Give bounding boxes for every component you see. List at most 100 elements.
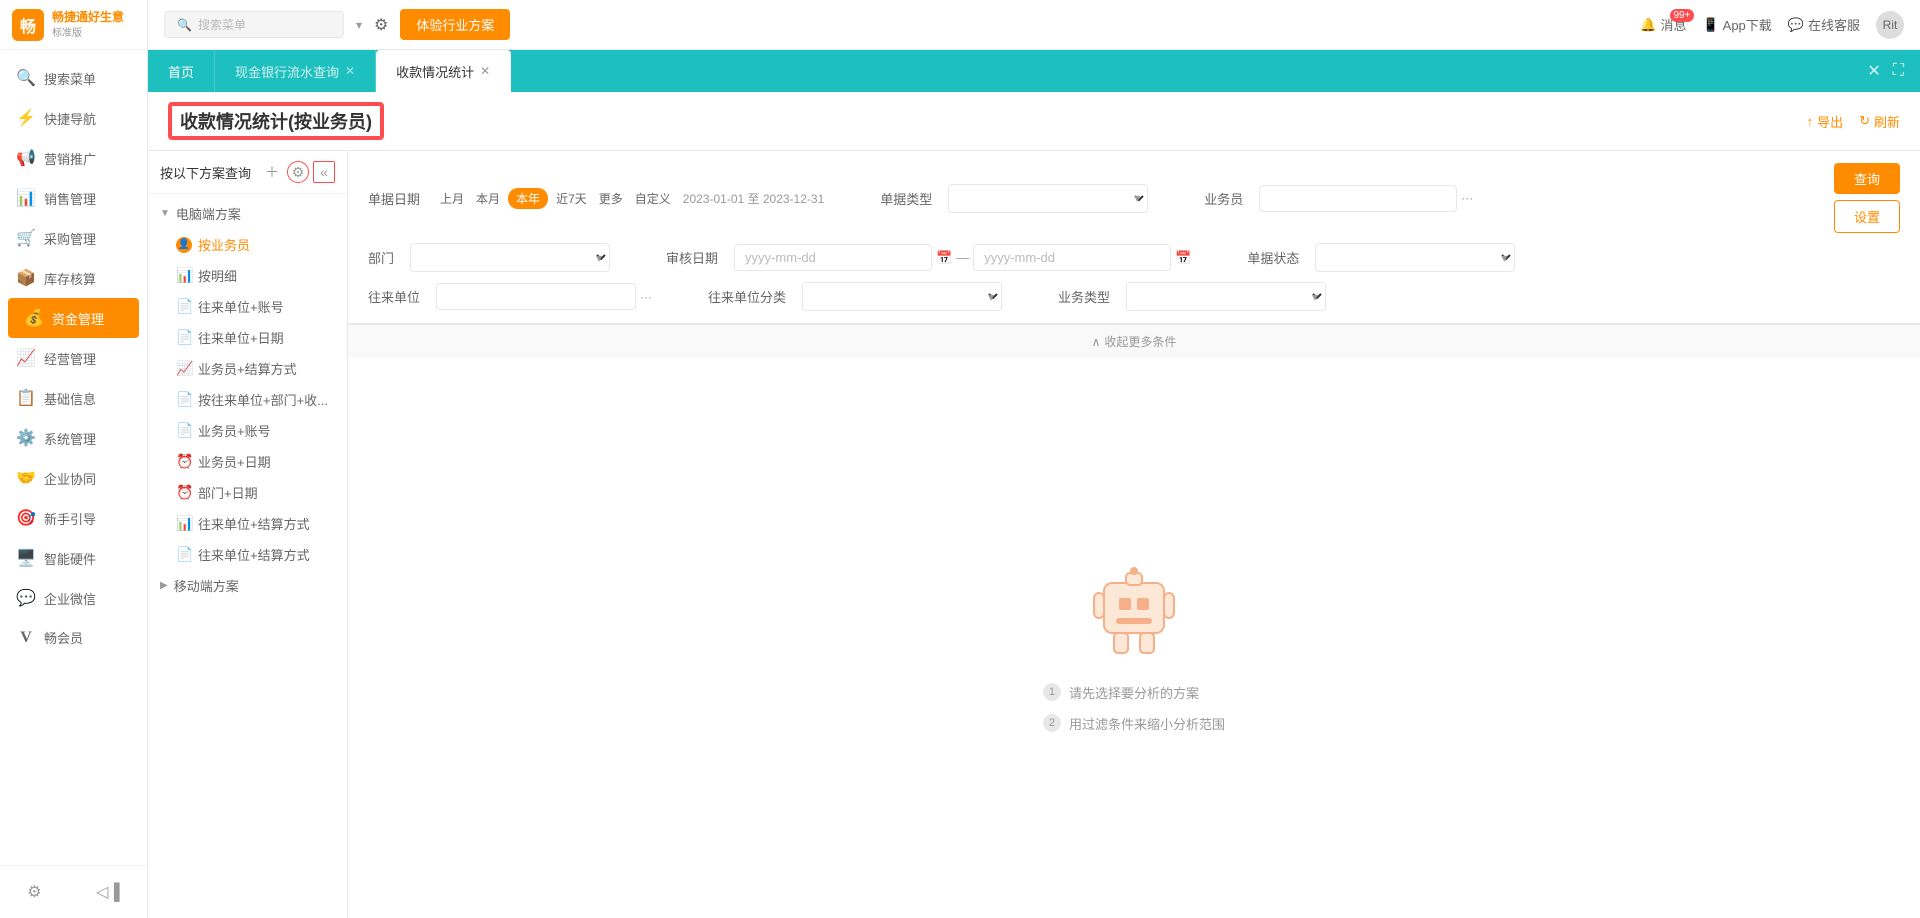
empty-tips: 1 请先选择要分析的方案 2 用过滤条件来缩小分析范围 bbox=[1043, 683, 1225, 733]
shortcut-this-month[interactable]: 本月 bbox=[472, 188, 504, 209]
empty-illustration bbox=[1074, 543, 1194, 663]
tree-item-by-salesperson[interactable]: 👤 按业务员 bbox=[148, 229, 347, 260]
logo-badge: 标准版 bbox=[52, 24, 124, 39]
dept-select[interactable] bbox=[410, 243, 610, 272]
partner-input[interactable] bbox=[436, 283, 636, 310]
tab-home[interactable]: 首页 bbox=[148, 50, 215, 92]
message-btn[interactable]: 🔔 消息 99+ bbox=[1640, 15, 1686, 34]
sidebar-item-guide[interactable]: 🎯 新手引导 bbox=[0, 498, 147, 538]
sidebar-item-vip[interactable]: V 畅会员 bbox=[0, 618, 147, 657]
collapse-footer-btn[interactable]: ◁▐ bbox=[88, 878, 128, 906]
tree-group-mobile-header[interactable]: ▶ 移动端方案 bbox=[148, 570, 347, 601]
sidebar-item-wechat[interactable]: 💬 企业微信 bbox=[0, 578, 147, 618]
tree-item-unit-date[interactable]: 📄 往来单位+日期 bbox=[148, 322, 347, 353]
sidebar-item-sales[interactable]: 📊 销售管理 bbox=[0, 178, 147, 218]
header-chevron-icon[interactable]: ▾ bbox=[356, 18, 362, 32]
page-header: 收款情况统计(按业务员) ↑ 导出 ↻ 刷新 bbox=[148, 92, 1920, 151]
doc-status-select[interactable] bbox=[1315, 243, 1515, 272]
sidebar-item-marketing[interactable]: 📢 营销推广 bbox=[0, 138, 147, 178]
marketing-icon: 📢 bbox=[16, 148, 36, 168]
corp-icon: 🤝 bbox=[16, 468, 36, 488]
settings-btn[interactable]: 设置 bbox=[1834, 200, 1900, 233]
date-range-value: 2023-01-01 至 2023-12-31 bbox=[683, 190, 824, 207]
tree-group-desktop-header[interactable]: ▼ 电脑端方案 bbox=[148, 198, 347, 229]
tab-bank-flow-close[interactable]: ✕ bbox=[345, 64, 355, 78]
sidebar-item-label: 经营管理 bbox=[44, 349, 96, 368]
panel-add-btn[interactable]: ＋ bbox=[261, 161, 283, 183]
export-btn[interactable]: ↑ 导出 bbox=[1807, 112, 1844, 131]
search-icon: 🔍 bbox=[16, 68, 36, 88]
doc-type-select[interactable] bbox=[948, 184, 1148, 213]
sidebar-footer: ⚙ ◁▐ bbox=[0, 865, 147, 918]
sidebar: 畅 畅捷通好生意 标准版 🔍 搜索菜单 ⚡ 快捷导航 📢 营销推广 📊 销售管理… bbox=[0, 0, 148, 918]
tree-item-unit-dept[interactable]: 📄 按往来单位+部门+收... bbox=[148, 384, 347, 415]
tree-item-sales-date[interactable]: ⏰ 业务员+日期 bbox=[148, 446, 347, 477]
date-shortcuts: 上月 本月 本年 近7天 更多 自定义 2023-01-01 至 2023-12… bbox=[436, 188, 824, 209]
sidebar-item-inventory[interactable]: 📦 库存核算 bbox=[0, 258, 147, 298]
tab-receipt-stats-close[interactable]: ✕ bbox=[480, 64, 490, 78]
sidebar-item-hardware[interactable]: 🖥️ 智能硬件 bbox=[0, 538, 147, 578]
collapse-bar[interactable]: ∧ 收起更多条件 bbox=[348, 324, 1920, 358]
app-download-btn[interactable]: 📱 App下载 bbox=[1702, 15, 1771, 34]
sidebar-item-label: 资金管理 bbox=[52, 309, 104, 328]
salesperson-more-btn[interactable]: ··· bbox=[1461, 191, 1473, 205]
tree-group-mobile[interactable]: ▶ 移动端方案 bbox=[148, 570, 347, 601]
tab-expand-btn[interactable]: ⛶ bbox=[1893, 62, 1904, 80]
search-icon-header: 🔍 bbox=[177, 18, 192, 32]
doc-type-select-wrapper bbox=[948, 184, 1148, 213]
sidebar-item-label: 库存核算 bbox=[44, 269, 96, 288]
header-search[interactable]: 🔍 搜索菜单 bbox=[164, 11, 344, 38]
online-service-btn[interactable]: 💬 在线客服 bbox=[1788, 15, 1860, 34]
sidebar-item-search[interactable]: 🔍 搜索菜单 bbox=[0, 58, 147, 98]
partner-category-select[interactable] bbox=[802, 282, 1002, 311]
tree-item-sales-payment[interactable]: 📈 业务员+结算方式 bbox=[148, 353, 347, 384]
header-gear-icon[interactable]: ⚙ bbox=[374, 15, 388, 35]
settings-footer-btn[interactable]: ⚙ bbox=[19, 878, 49, 906]
review-date-end[interactable] bbox=[973, 244, 1171, 271]
salesperson-input[interactable] bbox=[1259, 185, 1457, 212]
shortcut-custom[interactable]: 自定义 bbox=[631, 188, 675, 209]
sidebar-item-label: 企业协同 bbox=[44, 469, 96, 488]
sidebar-item-operation[interactable]: 📈 经营管理 bbox=[0, 338, 147, 378]
biz-type-select[interactable] bbox=[1126, 282, 1326, 311]
sidebar-item-corp[interactable]: 🤝 企业协同 bbox=[0, 458, 147, 498]
user-area[interactable]: Rit bbox=[1876, 11, 1904, 39]
sidebar-item-purchase[interactable]: 🛒 采购管理 bbox=[0, 218, 147, 258]
review-date-label: 审核日期 bbox=[666, 248, 718, 267]
calendar-icon-2[interactable]: 📅 bbox=[1175, 250, 1191, 266]
panel-header-actions: ＋ ⚙ « bbox=[261, 161, 335, 183]
query-btn[interactable]: 查询 bbox=[1834, 163, 1900, 194]
tab-bank-flow[interactable]: 现金银行流水查询 ✕ bbox=[215, 50, 376, 92]
wechat-icon: 💬 bbox=[16, 588, 36, 608]
panel-header-label: 按以下方案查询 bbox=[160, 163, 251, 182]
top-header: 🔍 搜索菜单 ▾ ⚙ 体验行业方案 🔔 消息 99+ 📱 App下载 💬 在线客… bbox=[148, 0, 1920, 50]
tab-close-all-btn[interactable]: ✕ bbox=[1867, 61, 1880, 81]
partner-category-select-wrapper bbox=[802, 282, 1002, 311]
panel-collapse-btn[interactable]: « bbox=[313, 161, 335, 183]
tree-group-desktop[interactable]: ▼ 电脑端方案 bbox=[148, 198, 347, 229]
tree-item-dept-date[interactable]: ⏰ 部门+日期 bbox=[148, 477, 347, 508]
sidebar-item-label: 采购管理 bbox=[44, 229, 96, 248]
tree-expand-icon: ▼ bbox=[160, 208, 170, 219]
shortcut-last7days[interactable]: 近7天 bbox=[552, 188, 591, 209]
tree-item-sales-account[interactable]: 📄 业务员+账号 bbox=[148, 415, 347, 446]
trial-btn[interactable]: 体验行业方案 bbox=[400, 9, 510, 40]
sidebar-item-finance[interactable]: 💰 资金管理 bbox=[8, 298, 139, 338]
sidebar-item-basic[interactable]: 📋 基础信息 bbox=[0, 378, 147, 418]
tab-receipt-stats[interactable]: 收款情况统计 ✕ bbox=[376, 50, 511, 92]
shortcut-prev-month[interactable]: 上月 bbox=[436, 188, 468, 209]
tree-item-by-detail[interactable]: 📊 按明细 bbox=[148, 260, 347, 291]
shortcut-more[interactable]: 更多 bbox=[595, 188, 627, 209]
sidebar-item-quick-nav[interactable]: ⚡ 快捷导航 bbox=[0, 98, 147, 138]
shortcut-this-year[interactable]: 本年 bbox=[508, 188, 548, 209]
tree-item-unit-payment1[interactable]: 📊 往来单位+结算方式 bbox=[148, 508, 347, 539]
sidebar-item-system[interactable]: ⚙️ 系统管理 bbox=[0, 418, 147, 458]
partner-more-btn[interactable]: ··· bbox=[640, 290, 652, 304]
review-date-start[interactable] bbox=[734, 244, 932, 271]
calendar-icon-1[interactable]: 📅 bbox=[936, 250, 952, 266]
refresh-btn[interactable]: ↻ 刷新 bbox=[1859, 112, 1900, 131]
panel-settings-btn[interactable]: ⚙ bbox=[287, 161, 309, 183]
tree-item-unit-payment2[interactable]: 📄 往来单位+结算方式 bbox=[148, 539, 347, 570]
sidebar-item-label: 快捷导航 bbox=[44, 109, 96, 128]
tree-item-unit-account[interactable]: 📄 往来单位+账号 bbox=[148, 291, 347, 322]
